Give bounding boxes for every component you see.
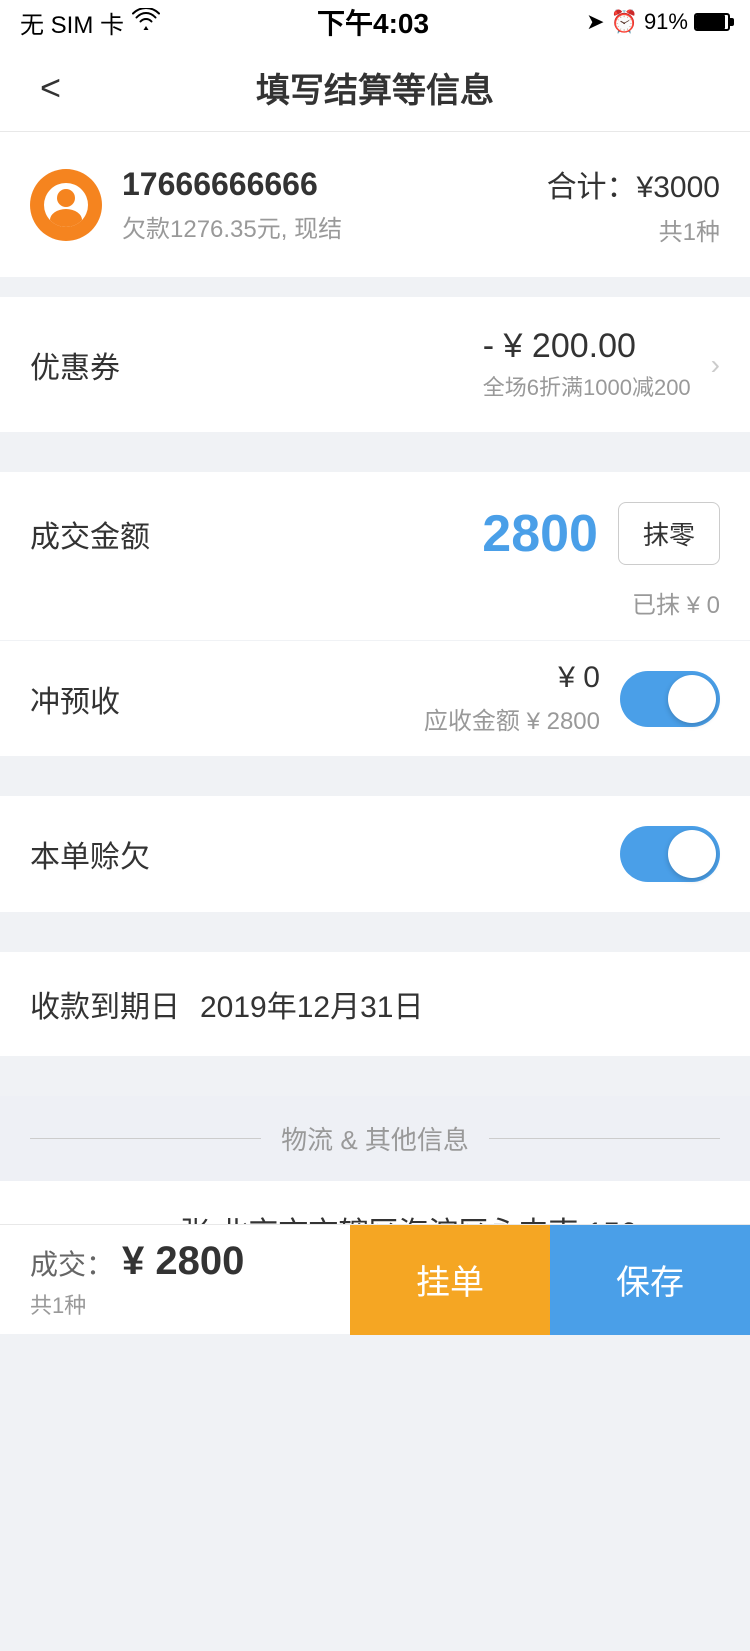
deal-amount: 2800 bbox=[482, 504, 598, 564]
status-bar: 无 SIM 卡 下午4:03 ➤ ⏰ 91% bbox=[0, 0, 750, 44]
due-date-label: 收款到期日 bbox=[30, 982, 180, 1026]
logistics-text: 物流 & 其他信息 bbox=[281, 1120, 469, 1157]
prepay-row: 冲预收 ¥ 0 应收金额 ¥ 2800 bbox=[0, 640, 750, 756]
save-button[interactable]: 保存 bbox=[550, 1225, 750, 1335]
customer-left: 17666666666 欠款1276.35元, 现结 bbox=[30, 166, 342, 244]
nav-bar: < 填写结算等信息 bbox=[0, 44, 750, 132]
battery-icon bbox=[694, 13, 730, 31]
empty-area bbox=[0, 1331, 750, 1531]
prepay-right: ¥ 0 应收金额 ¥ 2800 bbox=[424, 661, 720, 736]
bottom-count: 共1种 bbox=[30, 1288, 320, 1320]
coupon-chevron-icon: › bbox=[711, 349, 720, 381]
prepay-label: 冲预收 bbox=[30, 677, 120, 721]
logistics-separator: 物流 & 其他信息 bbox=[0, 1096, 750, 1181]
coupon-label: 优惠券 bbox=[30, 343, 120, 387]
bottom-deal: 成交： ¥ 2800 bbox=[30, 1239, 320, 1284]
logistics-line-left bbox=[30, 1138, 261, 1139]
status-left: 无 SIM 卡 bbox=[20, 5, 160, 40]
prepay-value: ¥ 0 bbox=[424, 661, 600, 695]
main-content: 17666666666 欠款1276.35元, 现结 合计：¥3000 共1种 … bbox=[0, 132, 750, 1651]
logistics-line-right bbox=[489, 1138, 720, 1139]
deal-right: 2800 抹零 bbox=[482, 502, 720, 565]
alarm-icon: ⏰ bbox=[611, 9, 638, 35]
toggle-circle bbox=[668, 675, 716, 723]
coupon-desc: 全场6折满1000减200 bbox=[483, 370, 691, 402]
status-time: 下午4:03 bbox=[317, 2, 429, 42]
deal-section: 成交金额 2800 抹零 已抹 ¥ 0 冲预收 ¥ 0 应收金额 ¥ 2800 bbox=[0, 472, 750, 756]
sim-label: 无 SIM 卡 bbox=[20, 5, 124, 40]
customer-desc: 欠款1276.35元, 现结 bbox=[122, 209, 342, 244]
prepay-toggle[interactable] bbox=[620, 671, 720, 727]
section-divider-1 bbox=[0, 452, 750, 472]
avatar bbox=[30, 169, 102, 241]
pending-button[interactable]: 挂单 bbox=[350, 1225, 550, 1335]
page-title: 填写结算等信息 bbox=[256, 63, 494, 112]
debt-label: 本单赊欠 bbox=[30, 832, 150, 876]
round-zero-button[interactable]: 抹零 bbox=[618, 502, 720, 565]
deal-row: 成交金额 2800 抹零 bbox=[0, 472, 750, 585]
section-divider-4 bbox=[0, 1076, 750, 1096]
coupon-info: - ¥ 200.00 全场6折满1000减200 bbox=[483, 327, 691, 402]
debt-toggle[interactable] bbox=[620, 826, 720, 882]
section-divider-2 bbox=[0, 776, 750, 796]
bottom-deal-label: 成交： bbox=[30, 1243, 114, 1283]
coupon-discount: - ¥ 200.00 bbox=[483, 327, 691, 366]
customer-info: 17666666666 欠款1276.35元, 现结 bbox=[122, 166, 342, 244]
bottom-deal-amount: ¥ 2800 bbox=[122, 1239, 244, 1284]
debt-row: 本单赊欠 bbox=[0, 796, 750, 912]
debt-toggle-circle bbox=[668, 830, 716, 878]
customer-phone: 17666666666 bbox=[122, 166, 342, 203]
due-date-value: 2019年12月31日 bbox=[200, 982, 423, 1026]
coupon-right: - ¥ 200.00 全场6折满1000减200 › bbox=[483, 327, 720, 402]
battery-percent: 91% bbox=[644, 9, 688, 35]
wifi-icon bbox=[132, 8, 160, 37]
prepay-receivable: 应收金额 ¥ 2800 bbox=[424, 701, 600, 736]
customer-right: 合计：¥3000 共1种 bbox=[547, 162, 720, 247]
bottom-bar: 成交： ¥ 2800 共1种 挂单 保存 bbox=[0, 1224, 750, 1334]
total-amount: 合计：¥3000 bbox=[547, 162, 720, 206]
erased-amount: 已抹 ¥ 0 bbox=[0, 585, 750, 640]
total-count: 共1种 bbox=[547, 212, 720, 247]
back-button[interactable]: < bbox=[30, 57, 71, 119]
location-icon: ➤ bbox=[586, 9, 604, 35]
bottom-summary: 成交： ¥ 2800 共1种 bbox=[0, 1239, 350, 1320]
section-divider-3 bbox=[0, 932, 750, 952]
status-right: ➤ ⏰ 91% bbox=[586, 9, 730, 35]
deal-label: 成交金额 bbox=[30, 512, 150, 556]
prepay-amount-block: ¥ 0 应收金额 ¥ 2800 bbox=[424, 661, 600, 736]
customer-card: 17666666666 欠款1276.35元, 现结 合计：¥3000 共1种 bbox=[0, 132, 750, 277]
due-date-row: 收款到期日 2019年12月31日 bbox=[0, 952, 750, 1056]
avatar-icon bbox=[44, 183, 88, 227]
coupon-row[interactable]: 优惠券 - ¥ 200.00 全场6折满1000减200 › bbox=[0, 297, 750, 432]
